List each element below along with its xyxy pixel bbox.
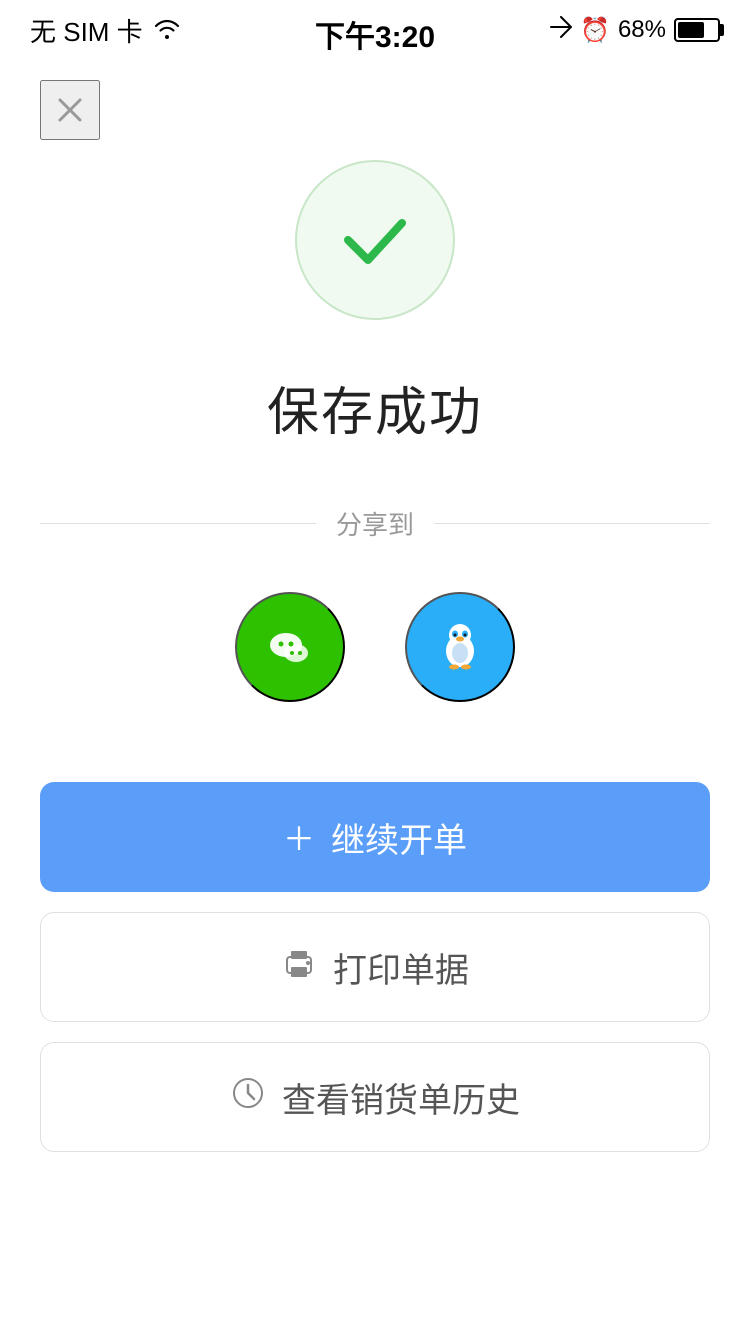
share-label: 分享到 [336,505,414,542]
divider-right [434,523,710,524]
share-icons-container [235,592,515,702]
view-history-button[interactable]: 查看销货单历史 [40,1042,710,1152]
wifi-icon [153,15,181,46]
alarm-icon: ⏰ [580,16,610,45]
continue-order-button[interactable]: ＋ 继续开单 [40,782,710,892]
plus-icon: ＋ [283,814,315,860]
status-bar: 无 SIM 卡 下午3:20 ⏰ 68% [0,0,750,60]
qq-share-button[interactable] [405,592,515,702]
print-button[interactable]: 打印单据 [40,912,710,1022]
close-button[interactable] [40,80,100,140]
print-icon [281,945,317,989]
status-time: 下午3:20 [315,12,435,56]
success-title: 保存成功 [267,370,483,445]
sim-label: 无 SIM 卡 [30,12,143,49]
history-label: 查看销货单历史 [282,1073,520,1122]
share-section: 分享到 [40,505,710,542]
history-icon [230,1075,266,1119]
main-content: 保存成功 分享到 [0,60,750,1152]
status-right: ⏰ 68% [550,16,720,45]
divider-left [40,523,316,524]
print-label: 打印单据 [333,943,469,992]
qq-icon [428,615,492,679]
status-left: 无 SIM 卡 [30,12,181,49]
close-icon [52,92,88,128]
continue-order-label: 继续开单 [331,813,467,862]
checkmark-icon [330,195,420,285]
battery-indicator [674,18,720,42]
location-icon [550,16,572,45]
battery-label: 68% [618,16,666,44]
wechat-share-button[interactable] [235,592,345,702]
action-buttons: ＋ 继续开单 打印单据 查看销货单历史 [40,782,710,1152]
wechat-icon [258,615,322,679]
success-circle [295,160,455,320]
